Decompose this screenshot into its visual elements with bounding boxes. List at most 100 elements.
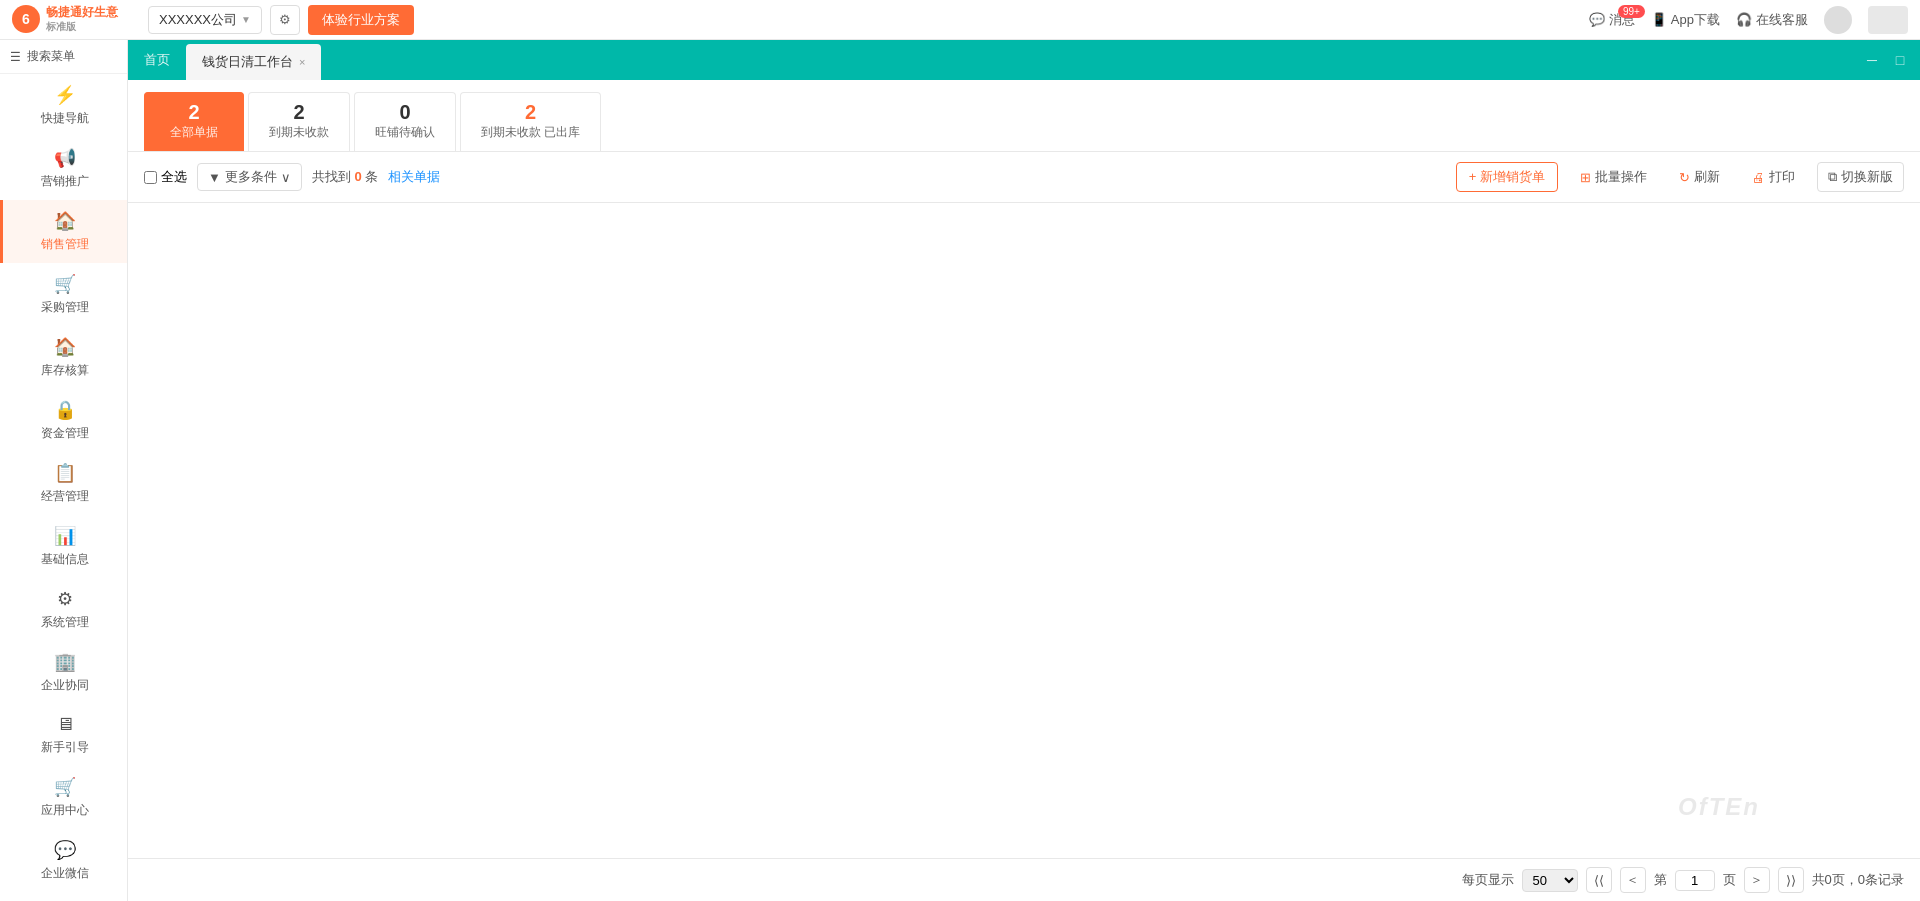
guide-icon: 🖥 (56, 714, 74, 735)
stat-label-all: 全部单据 (170, 125, 218, 139)
online-support-label: 在线客服 (1756, 11, 1808, 29)
app-download-label: App下载 (1671, 11, 1720, 29)
tab-active[interactable]: 钱货日清工作台 × (186, 44, 321, 80)
search-menu-item[interactable]: ☰ 搜索菜单 (0, 40, 127, 74)
sidebar-item-label: 系统管理 (41, 614, 89, 631)
sidebar-item-member[interactable]: ▽ 畅会员 (0, 892, 127, 901)
switch-version-button[interactable]: ⧉ 切换新版 (1817, 162, 1904, 192)
sidebar-item-label: 企业微信 (41, 865, 89, 882)
download-icon: 📱 (1651, 12, 1667, 27)
support-icon: 🎧 (1736, 12, 1752, 27)
tab-minimize-button[interactable]: ─ (1860, 48, 1884, 72)
sidebar-item-label: 营销推广 (41, 173, 89, 190)
page-suffix: 页 (1723, 871, 1736, 889)
online-support-button[interactable]: 🎧 在线客服 (1736, 11, 1808, 29)
app-download-button[interactable]: 📱 App下载 (1651, 11, 1720, 29)
sidebar-item-cooperation[interactable]: 🏢 企业协同 (0, 641, 127, 704)
minimize-icon: ─ (1867, 52, 1877, 68)
batch-icon: ⊞ (1580, 170, 1591, 185)
company-selector[interactable]: XXXXXX公司 ▼ (148, 6, 262, 34)
sidebar-item-system[interactable]: ⚙ 系统管理 (0, 578, 127, 641)
settings-button[interactable]: ⚙ (270, 5, 300, 35)
stat-tab-pending[interactable]: 0 旺铺待确认 (354, 92, 456, 151)
logo-icon: 6 (12, 5, 40, 33)
system-icon: ⚙ (57, 588, 73, 610)
tab-maximize-button[interactable]: □ (1888, 48, 1912, 72)
trial-button[interactable]: 体验行业方案 (308, 5, 414, 35)
sidebar-item-purchase[interactable]: 🛒 采购管理 (0, 263, 127, 326)
sidebar-item-finance[interactable]: 🔒 资金管理 (0, 389, 127, 452)
inventory-icon: 🏠 (54, 336, 76, 358)
page-input[interactable] (1675, 870, 1715, 891)
related-records-link[interactable]: 相关单据 (388, 168, 440, 186)
sidebar-item-operations[interactable]: 📋 经营管理 (0, 452, 127, 515)
purchase-icon: 🛒 (54, 273, 76, 295)
select-all-input[interactable] (144, 171, 157, 184)
found-count: 0 (355, 169, 362, 184)
user-name-area[interactable] (1868, 6, 1908, 34)
sidebar-item-label: 资金管理 (41, 425, 89, 442)
filter-button[interactable]: ▼ 更多条件 ∨ (197, 163, 302, 191)
print-button[interactable]: 🖨 打印 (1742, 163, 1805, 191)
sidebar-item-label: 企业协同 (41, 677, 89, 694)
pagination-bar: 每页显示 50 100 200 ⟨⟨ ＜ 第 页 ＞ ⟩⟩ 共0页，0条记录 (128, 858, 1920, 901)
stat-num-all: 2 (165, 101, 223, 124)
batch-operation-button[interactable]: ⊞ 批量操作 (1570, 163, 1657, 191)
stats-tabs: 2 全部单据 2 到期未收款 0 旺铺待确认 2 到期未收款 已出库 (128, 80, 1920, 152)
found-suffix: 条 (365, 169, 378, 184)
content-area: 首页 钱货日清工作台 × ─ □ 2 全部单据 (128, 40, 1920, 901)
add-sale-button[interactable]: + 新增销货单 (1456, 162, 1558, 192)
stat-tab-out[interactable]: 2 到期未收款 已出库 (460, 92, 601, 151)
stat-tab-overdue[interactable]: 2 到期未收款 (248, 92, 350, 151)
stat-num-overdue: 2 (269, 101, 329, 124)
marketing-icon: 📢 (54, 147, 76, 169)
sidebar-item-quick-nav[interactable]: ⚡ 快捷导航 (0, 74, 127, 137)
per-page-select[interactable]: 50 100 200 (1522, 869, 1578, 892)
tab-bar: 首页 钱货日清工作台 × ─ □ (128, 40, 1920, 80)
sidebar-item-apps[interactable]: 🛒 应用中心 (0, 766, 127, 829)
messages-button[interactable]: 💬 消息 99+ (1589, 11, 1635, 29)
sidebar-item-sales[interactable]: 🏠 销售管理 (0, 200, 127, 263)
operations-icon: 📋 (54, 462, 76, 484)
search-menu-icon: ☰ (10, 50, 21, 64)
stat-tab-all[interactable]: 2 全部单据 (144, 92, 244, 151)
gear-icon: ⚙ (279, 12, 291, 27)
sales-icon: 🏠 (54, 210, 76, 232)
table-area (128, 203, 1920, 858)
select-all-checkbox[interactable]: 全选 (144, 168, 187, 186)
stat-label-overdue: 到期未收款 (269, 125, 329, 139)
filter-icon: ▼ (208, 170, 221, 185)
toolbar: 全选 ▼ 更多条件 ∨ 共找到 0 条 相关单据 + 新增销货单 (128, 152, 1920, 203)
sidebar-item-label: 基础信息 (41, 551, 89, 568)
stat-label-out: 到期未收款 已出库 (481, 125, 580, 139)
filter-arrow-icon: ∨ (281, 170, 291, 185)
print-icon: 🖨 (1752, 170, 1765, 185)
basic-icon: 📊 (54, 525, 76, 547)
refresh-button[interactable]: ↻ 刷新 (1669, 163, 1730, 191)
select-all-label: 全选 (161, 168, 187, 186)
prev-page-button[interactable]: ＜ (1620, 867, 1646, 893)
sidebar-item-label: 销售管理 (41, 236, 89, 253)
top-bar-right: 💬 消息 99+ 📱 App下载 🎧 在线客服 (1589, 6, 1908, 34)
filter-label: 更多条件 (225, 168, 277, 186)
logo-title: 畅捷通好生意 (46, 5, 118, 19)
sidebar-item-guide[interactable]: 🖥 新手引导 (0, 704, 127, 766)
switch-icon: ⧉ (1828, 169, 1837, 185)
sidebar-item-label: 采购管理 (41, 299, 89, 316)
page-label: 第 (1654, 871, 1667, 889)
top-bar: 6 畅捷通好生意 标准版 XXXXXX公司 ▼ ⚙ 体验行业方案 💬 消息 99… (0, 0, 1920, 40)
wechat-icon: 💬 (54, 839, 76, 861)
sidebar-item-marketing[interactable]: 📢 营销推广 (0, 137, 127, 200)
next-page-button[interactable]: ＞ (1744, 867, 1770, 893)
user-avatar[interactable] (1824, 6, 1852, 34)
message-icon: 💬 (1589, 12, 1605, 27)
sidebar-item-basic[interactable]: 📊 基础信息 (0, 515, 127, 578)
tab-close-button[interactable]: × (299, 56, 305, 68)
cooperation-icon: 🏢 (54, 651, 76, 673)
tab-home[interactable]: 首页 (128, 40, 186, 80)
first-page-button[interactable]: ⟨⟨ (1586, 867, 1612, 893)
sidebar-item-inventory[interactable]: 🏠 库存核算 (0, 326, 127, 389)
sidebar-item-wechat[interactable]: 💬 企业微信 (0, 829, 127, 892)
last-page-button[interactable]: ⟩⟩ (1778, 867, 1804, 893)
company-name: XXXXXX公司 (159, 11, 237, 29)
